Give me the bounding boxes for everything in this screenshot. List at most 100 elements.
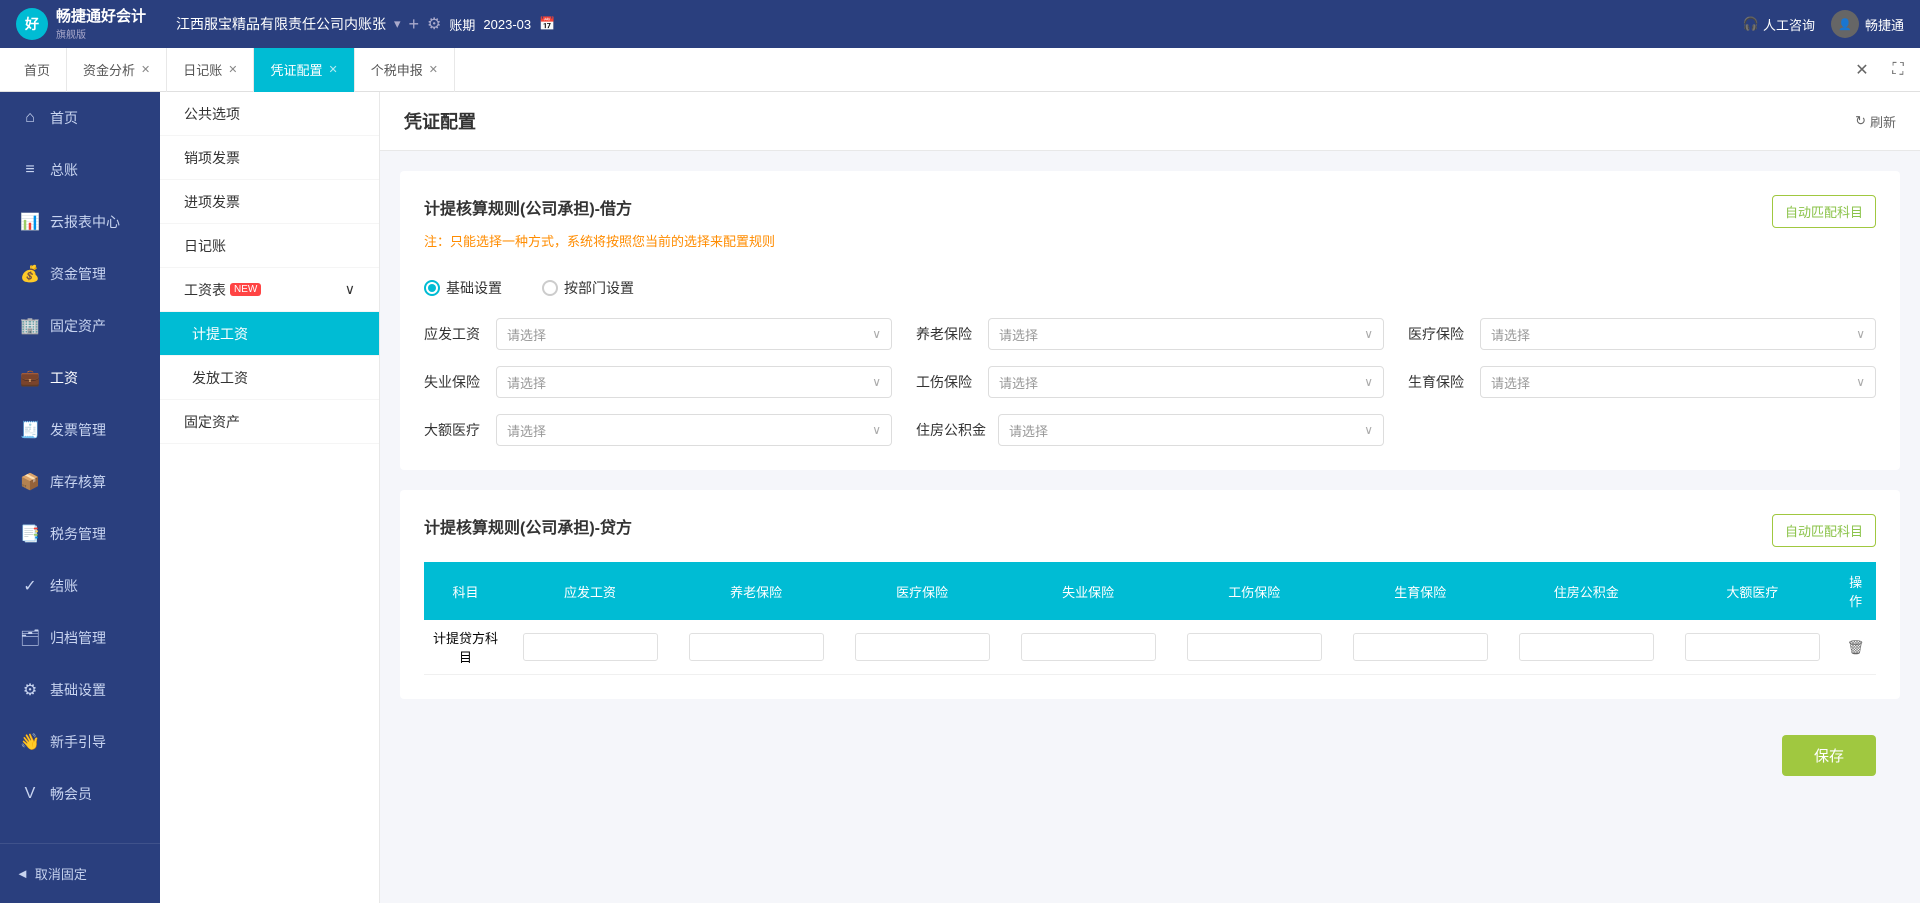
- sidebar-item-fixed[interactable]: 🏢 固定资产: [0, 300, 160, 352]
- select-housing[interactable]: 请选择 ∨: [998, 414, 1384, 446]
- select-maternity-placeholder: 请选择: [1491, 373, 1530, 392]
- credit-auto-match-button[interactable]: 自动匹配科目: [1772, 514, 1876, 547]
- input-credit-housing[interactable]: [1519, 633, 1654, 661]
- refresh-label: 刷新: [1870, 112, 1896, 131]
- input-credit-pension[interactable]: [689, 633, 824, 661]
- sidebar-item-archive[interactable]: 🗂 归档管理: [0, 612, 160, 664]
- page-body: 计提核算规则(公司承担)-借方 注：只能选择一种方式，系统将按照您当前的选择来配…: [380, 151, 1920, 812]
- sidebar-label-vip: 畅会员: [50, 784, 92, 804]
- input-credit-large-medical[interactable]: [1685, 633, 1820, 661]
- settlement-icon: ✓: [20, 576, 40, 596]
- nav-sales-invoice[interactable]: 销项发票: [160, 136, 379, 180]
- radio-by-dept[interactable]: 按部门设置: [542, 278, 634, 298]
- support-button[interactable]: 🎧 人工咨询: [1743, 15, 1815, 34]
- cell-work-injury: [1171, 620, 1337, 675]
- company-dropdown-icon[interactable]: ▾: [394, 16, 401, 32]
- radio-basic[interactable]: 基础设置: [424, 278, 502, 298]
- select-work-injury-arrow: ∨: [1364, 375, 1373, 389]
- nav-sales-label: 销项发票: [184, 148, 240, 168]
- tab-voucher-label: 凭证配置: [270, 60, 322, 79]
- sidebar-item-beginner[interactable]: 👋 新手引导: [0, 716, 160, 768]
- sidebar-item-reports[interactable]: 📊 云报表中心: [0, 196, 160, 248]
- tab-bar: 首页 资金分析 ✕ 日记账 ✕ 凭证配置 ✕ 个税申报 ✕ ✕ ⛶: [0, 48, 1920, 92]
- select-salary[interactable]: 请选择 ∨: [496, 318, 892, 350]
- label-maternity: 生育保险: [1408, 372, 1468, 392]
- select-maternity[interactable]: 请选择 ∨: [1480, 366, 1876, 398]
- select-large-medical[interactable]: 请选择 ∨: [496, 414, 892, 446]
- select-unemployment[interactable]: 请选择 ∨: [496, 366, 892, 398]
- fixed-icon: 🏢: [20, 316, 40, 336]
- sidebar-item-home[interactable]: ⌂ 首页: [0, 92, 160, 144]
- tab-close-all-button[interactable]: ✕: [1848, 56, 1876, 84]
- sidebar-item-ledger[interactable]: ≡ 总账: [0, 144, 160, 196]
- home-icon: ⌂: [20, 109, 40, 127]
- expand-icon: ∨: [345, 281, 355, 298]
- tab-voucher-close[interactable]: ✕: [329, 63, 338, 76]
- sidebar-item-inventory[interactable]: 📦 库存核算: [0, 456, 160, 508]
- nav-purchase-invoice[interactable]: 进项发票: [160, 180, 379, 224]
- nav-salary-accrual[interactable]: 计提工资: [160, 312, 379, 356]
- page-content: 凭证配置 ↻ 刷新 计提核算规则(公司承担)-借方 注：只能选择一种方式，系统将…: [380, 92, 1920, 903]
- input-credit-salary[interactable]: [523, 633, 658, 661]
- tab-capital[interactable]: 资金分析 ✕: [67, 48, 167, 92]
- calendar-icon[interactable]: 📅: [539, 16, 555, 32]
- select-work-injury[interactable]: 请选择 ∨: [988, 366, 1384, 398]
- inventory-icon: 📦: [20, 472, 40, 492]
- nav-journal[interactable]: 日记账: [160, 224, 379, 268]
- sidebar-item-settlement[interactable]: ✓ 结账: [0, 560, 160, 612]
- tab-journal-close[interactable]: ✕: [228, 63, 237, 76]
- th-unemployment: 失业保险: [1005, 562, 1171, 620]
- tab-expand-button[interactable]: ⛶: [1884, 56, 1912, 84]
- sidebar-item-invoice[interactable]: 🧾 发票管理: [0, 404, 160, 456]
- page-title: 凭证配置: [404, 108, 476, 134]
- select-pension[interactable]: 请选择 ∨: [988, 318, 1384, 350]
- label-housing: 住房公积金: [916, 420, 986, 440]
- select-salary-arrow: ∨: [872, 327, 881, 341]
- delete-row-button[interactable]: 🗑: [1847, 639, 1865, 655]
- th-maternity: 生育保险: [1337, 562, 1503, 620]
- credit-section-header: 计提核算规则(公司承担)-贷方 自动匹配科目: [424, 514, 1876, 550]
- add-book-icon[interactable]: +: [409, 14, 420, 35]
- cell-unemployment: [1005, 620, 1171, 675]
- tab-home[interactable]: 首页: [8, 48, 67, 92]
- left-nav: 公共选项 销项发票 进项发票 日记账 工资表 NEW ∨: [160, 92, 380, 903]
- sidebar-item-tax[interactable]: 📑 税务管理: [0, 508, 160, 560]
- sidebar-item-vip[interactable]: V 畅会员: [0, 768, 160, 820]
- tab-voucher-config[interactable]: 凭证配置 ✕: [254, 48, 354, 92]
- tab-journal[interactable]: 日记账 ✕: [167, 48, 254, 92]
- select-housing-arrow: ∨: [1364, 423, 1373, 437]
- nav-salary-table[interactable]: 工资表 NEW ∨: [160, 268, 379, 312]
- debit-auto-match-button[interactable]: 自动匹配科目: [1772, 195, 1876, 228]
- tab-tax-close[interactable]: ✕: [429, 63, 438, 76]
- select-medical[interactable]: 请选择 ∨: [1480, 318, 1876, 350]
- reports-icon: 📊: [20, 212, 40, 232]
- input-credit-work-injury[interactable]: [1187, 633, 1322, 661]
- th-pension: 养老保险: [673, 562, 839, 620]
- th-housing: 住房公积金: [1503, 562, 1669, 620]
- nav-public[interactable]: 公共选项: [160, 92, 379, 136]
- logo-area: 好 畅捷通好会计 旗舰版: [16, 8, 176, 41]
- sidebar-item-salary[interactable]: 💼 工资: [0, 352, 160, 404]
- settings-icon[interactable]: ⚙: [427, 14, 441, 34]
- tab-tax[interactable]: 个税申报 ✕: [355, 48, 455, 92]
- refresh-button[interactable]: ↻ 刷新: [1855, 112, 1896, 131]
- sidebar-item-capital[interactable]: 💰 资金管理: [0, 248, 160, 300]
- sidebar-item-basic[interactable]: ⚙ 基础设置: [0, 664, 160, 716]
- nav-salary-pay[interactable]: 发放工资: [160, 356, 379, 400]
- save-button[interactable]: 保存: [1782, 735, 1876, 776]
- cancel-fixed-button[interactable]: ◄ 取消固定: [0, 856, 160, 891]
- avatar: 👤: [1831, 10, 1859, 38]
- cell-delete: 🗑: [1835, 620, 1876, 675]
- input-credit-maternity[interactable]: [1353, 633, 1488, 661]
- tab-home-label: 首页: [24, 60, 50, 79]
- debit-section-header: 计提核算规则(公司承担)-借方 注：只能选择一种方式，系统将按照您当前的选择来配…: [424, 195, 1876, 266]
- nav-fixed-assets[interactable]: 固定资产: [160, 400, 379, 444]
- user-info[interactable]: 👤 畅捷通: [1831, 10, 1904, 38]
- input-credit-medical[interactable]: [855, 633, 990, 661]
- credit-table: 科目 应发工资 养老保险 医疗保险 失业保险 工伤保险 生育保险 住房公积金 大…: [424, 562, 1876, 675]
- tab-capital-close[interactable]: ✕: [141, 63, 150, 76]
- cancel-fixed-label: 取消固定: [35, 864, 87, 883]
- input-credit-unemployment[interactable]: [1021, 633, 1156, 661]
- nav-journal-label: 日记账: [184, 236, 226, 256]
- form-row-salary: 应发工资 请选择 ∨: [424, 318, 892, 350]
